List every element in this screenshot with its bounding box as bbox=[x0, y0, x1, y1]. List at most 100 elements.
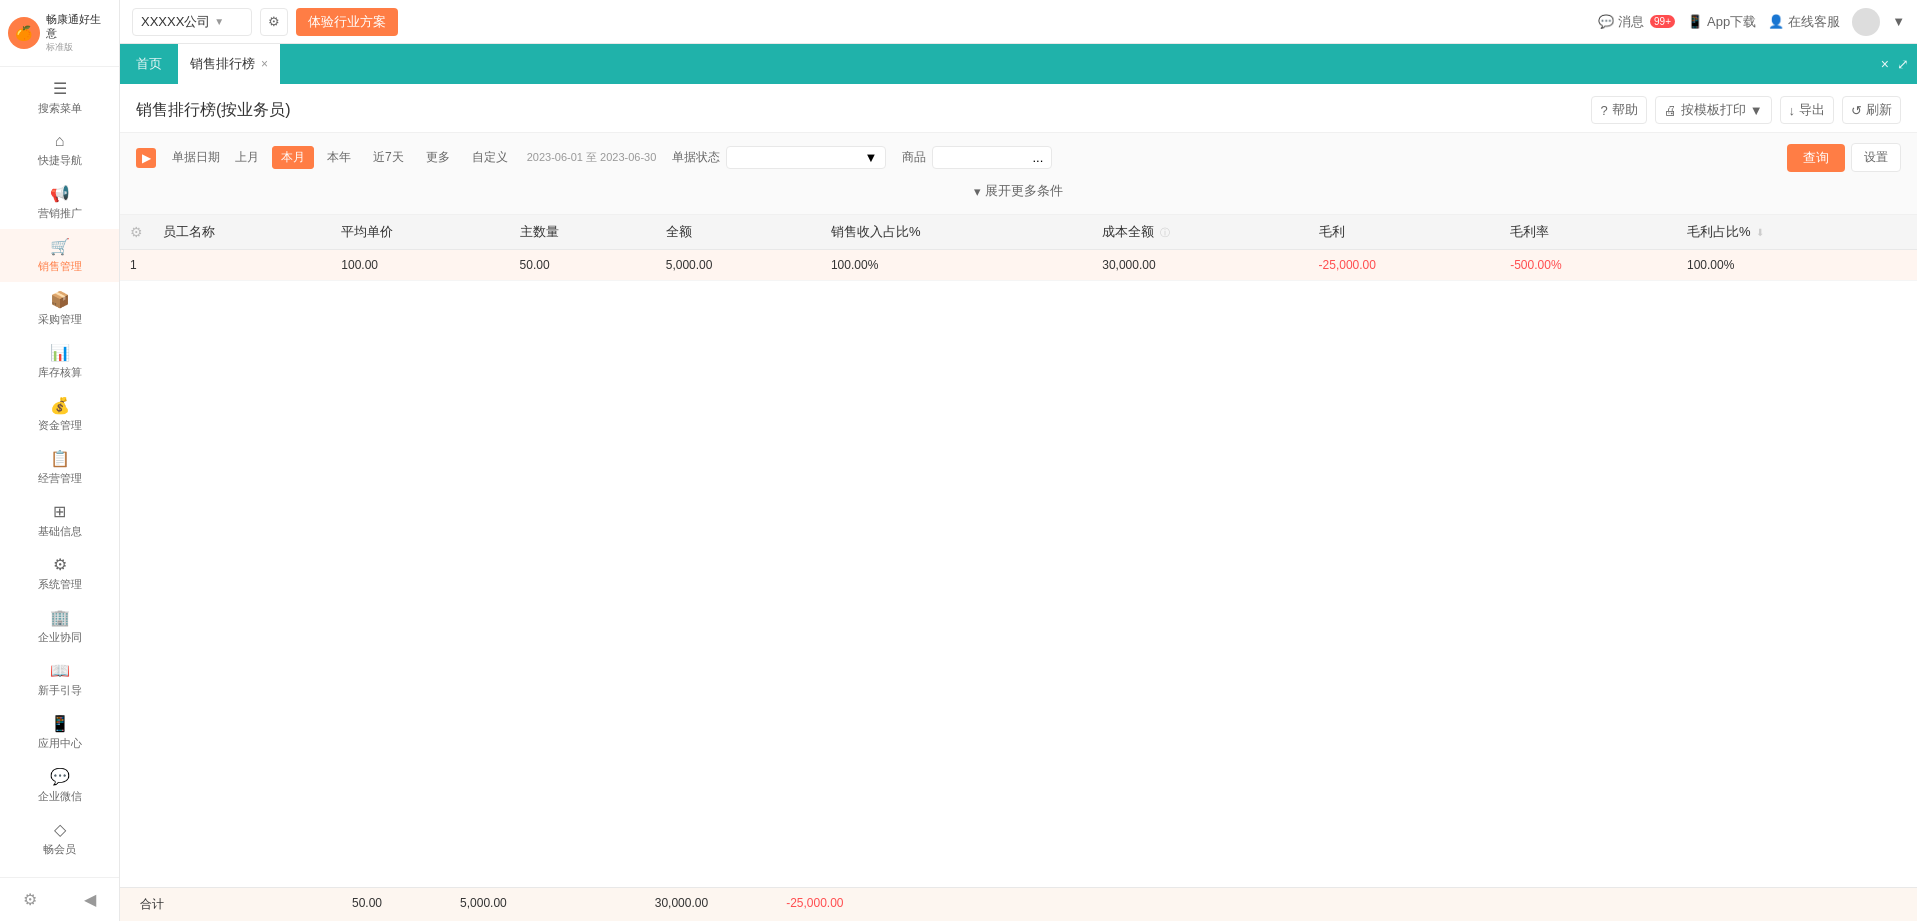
guide-icon: 📖 bbox=[50, 661, 70, 680]
date-cur-year[interactable]: 本年 bbox=[318, 146, 360, 169]
settings-button[interactable]: ⚙ bbox=[260, 8, 288, 36]
user-avatar[interactable] bbox=[1852, 8, 1880, 36]
message-button[interactable]: 💬 消息 99+ bbox=[1598, 13, 1675, 31]
goods-filter: 商品 ... bbox=[902, 146, 1052, 169]
help-button[interactable]: ? 帮助 bbox=[1591, 96, 1646, 124]
th-avg-price-label: 平均单价 bbox=[341, 224, 393, 239]
sidebar-bottom: ⚙ ◀ bbox=[0, 877, 119, 921]
tabbar: 首页 销售排行榜 × × ⤢ bbox=[120, 44, 1917, 84]
window-close-icon[interactable]: × bbox=[1881, 56, 1889, 72]
cell-name bbox=[153, 250, 331, 281]
refresh-icon: ↺ bbox=[1851, 103, 1862, 118]
topbar: XXXXX公司 ▼ ⚙ 体验行业方案 💬 消息 99+ 📱 App下载 👤 在线… bbox=[120, 0, 1917, 44]
sidebar-item-operations[interactable]: 📋 经营管理 bbox=[0, 441, 119, 494]
cell-qty: 50.00 bbox=[510, 250, 656, 281]
date-custom[interactable]: 自定义 bbox=[463, 146, 517, 169]
sidebar-label-apps: 应用中心 bbox=[38, 736, 82, 751]
goods-label: 商品 bbox=[902, 149, 926, 166]
sidebar-collapse-button[interactable]: ◀ bbox=[76, 886, 104, 913]
trial-button[interactable]: 体验行业方案 bbox=[296, 8, 398, 36]
cell-rank: 1 bbox=[120, 250, 153, 281]
goods-input[interactable]: ... bbox=[932, 146, 1052, 169]
column-settings-icon[interactable]: ⚙ bbox=[130, 224, 143, 240]
th-cost-label: 成本全额 bbox=[1102, 224, 1154, 239]
footer-label: 合计 bbox=[130, 896, 174, 913]
logo-line1: 畅康通好生意 bbox=[46, 12, 111, 41]
sidebar-item-marketing[interactable]: 📢 营销推广 bbox=[0, 176, 119, 229]
date-7days[interactable]: 近7天 bbox=[364, 146, 413, 169]
message-badge: 99+ bbox=[1650, 15, 1675, 28]
sidebar-settings-button[interactable]: ⚙ bbox=[15, 886, 45, 913]
query-button[interactable]: 查询 bbox=[1787, 144, 1845, 172]
expand-more-button[interactable]: ▾ 展开更多条件 bbox=[136, 178, 1901, 204]
sidebar-item-search[interactable]: ☰ 搜索菜单 bbox=[0, 71, 119, 124]
online-service-button[interactable]: 👤 在线客服 bbox=[1768, 13, 1840, 31]
status-filter: 单据状态 ▼ bbox=[672, 146, 886, 169]
user-name[interactable]: ▼ bbox=[1892, 14, 1905, 29]
app-download-button[interactable]: 📱 App下载 bbox=[1687, 13, 1756, 31]
th-amount-label: 全额 bbox=[666, 224, 692, 239]
sidebar-item-finance[interactable]: 💰 资金管理 bbox=[0, 388, 119, 441]
export-button[interactable]: ↓ 导出 bbox=[1780, 96, 1835, 124]
cell-sales-pct: 100.00% bbox=[821, 250, 1092, 281]
status-dropdown-icon: ▼ bbox=[864, 150, 877, 165]
sidebar-item-quick-nav[interactable]: ⌂ 快捷导航 bbox=[0, 124, 119, 176]
table-header-row: ⚙ 员工名称 平均单价 主数量 全额 bbox=[120, 215, 1917, 250]
sidebar-item-enterprise[interactable]: 🏢 企业协同 bbox=[0, 600, 119, 653]
system-icon: ⚙ bbox=[53, 555, 67, 574]
cell-gross-pct: 100.00% bbox=[1677, 250, 1917, 281]
sidebar-item-purchase[interactable]: 📦 采购管理 bbox=[0, 282, 119, 335]
filter-expand-button[interactable]: ▶ bbox=[136, 148, 156, 168]
member-icon: ◇ bbox=[54, 820, 66, 839]
enterprise-icon: 🏢 bbox=[50, 608, 70, 627]
company-selector[interactable]: XXXXX公司 ▼ bbox=[132, 8, 252, 36]
th-gross: 毛利 bbox=[1309, 215, 1501, 250]
sidebar-item-sales[interactable]: 🛒 销售管理 bbox=[0, 229, 119, 282]
th-cost: 成本全额 ⓘ bbox=[1092, 215, 1308, 250]
sidebar-item-guide[interactable]: 📖 新手引导 bbox=[0, 653, 119, 706]
date-cur-month[interactable]: 本月 bbox=[272, 146, 314, 169]
sidebar-nav: ☰ 搜索菜单 ⌂ 快捷导航 📢 营销推广 🛒 销售管理 📦 采购管理 📊 库存核… bbox=[0, 67, 119, 877]
sidebar-item-basic[interactable]: ⊞ 基础信息 bbox=[0, 494, 119, 547]
sidebar-label-finance: 资金管理 bbox=[38, 418, 82, 433]
th-gross-label: 毛利 bbox=[1319, 224, 1345, 239]
sidebar-item-member[interactable]: ◇ 畅会员 bbox=[0, 812, 119, 865]
tabbar-right: × ⤢ bbox=[1881, 56, 1917, 72]
data-table: ⚙ 员工名称 平均单价 主数量 全额 bbox=[120, 215, 1917, 281]
tab-sales-ranking[interactable]: 销售排行榜 × bbox=[178, 44, 280, 84]
footer-gross: -25,000.00 bbox=[776, 896, 853, 913]
expand-down-icon: ▾ bbox=[974, 184, 981, 199]
online-service-label: 在线客服 bbox=[1788, 13, 1840, 31]
sidebar-label-operations: 经营管理 bbox=[38, 471, 82, 486]
th-qty: 主数量 bbox=[510, 215, 656, 250]
date-prev-month[interactable]: 上月 bbox=[226, 146, 268, 169]
refresh-button[interactable]: ↺ 刷新 bbox=[1842, 96, 1901, 124]
topbar-right: 💬 消息 99+ 📱 App下载 👤 在线客服 ▼ bbox=[1598, 8, 1905, 36]
tab-sales-ranking-label: 销售排行榜 bbox=[190, 55, 255, 73]
download-icon: 📱 bbox=[1687, 14, 1703, 29]
print-label: 按模板打印 bbox=[1681, 101, 1746, 119]
wechat-icon: 💬 bbox=[50, 767, 70, 786]
th-amount: 全额 bbox=[656, 215, 821, 250]
main-area: XXXXX公司 ▼ ⚙ 体验行业方案 💬 消息 99+ 📱 App下载 👤 在线… bbox=[120, 0, 1917, 921]
sidebar-item-system[interactable]: ⚙ 系统管理 bbox=[0, 547, 119, 600]
tab-close-icon[interactable]: × bbox=[261, 57, 268, 71]
tab-home[interactable]: 首页 bbox=[120, 44, 178, 84]
filter-settings-button[interactable]: 设置 bbox=[1851, 143, 1901, 172]
sidebar-item-wechat[interactable]: 💬 企业微信 bbox=[0, 759, 119, 812]
sidebar-label-basic: 基础信息 bbox=[38, 524, 82, 539]
status-select[interactable]: ▼ bbox=[726, 146, 886, 169]
cell-gross: -25,000.00 bbox=[1309, 250, 1501, 281]
table-wrapper: ⚙ 员工名称 平均单价 主数量 全额 bbox=[120, 215, 1917, 887]
th-qty-label: 主数量 bbox=[520, 224, 559, 239]
basic-icon: ⊞ bbox=[53, 502, 66, 521]
sidebar-item-apps[interactable]: 📱 应用中心 bbox=[0, 706, 119, 759]
window-expand-icon[interactable]: ⤢ bbox=[1897, 56, 1909, 72]
sidebar-item-inventory[interactable]: 📊 库存核算 bbox=[0, 335, 119, 388]
footer-amount: 5,000.00 bbox=[450, 896, 517, 913]
print-button[interactable]: 🖨 按模板打印 ▼ bbox=[1655, 96, 1772, 124]
service-icon: 👤 bbox=[1768, 14, 1784, 29]
date-more[interactable]: 更多 bbox=[417, 146, 459, 169]
goods-more-icon: ... bbox=[1033, 150, 1044, 165]
th-name: 员工名称 bbox=[153, 215, 331, 250]
